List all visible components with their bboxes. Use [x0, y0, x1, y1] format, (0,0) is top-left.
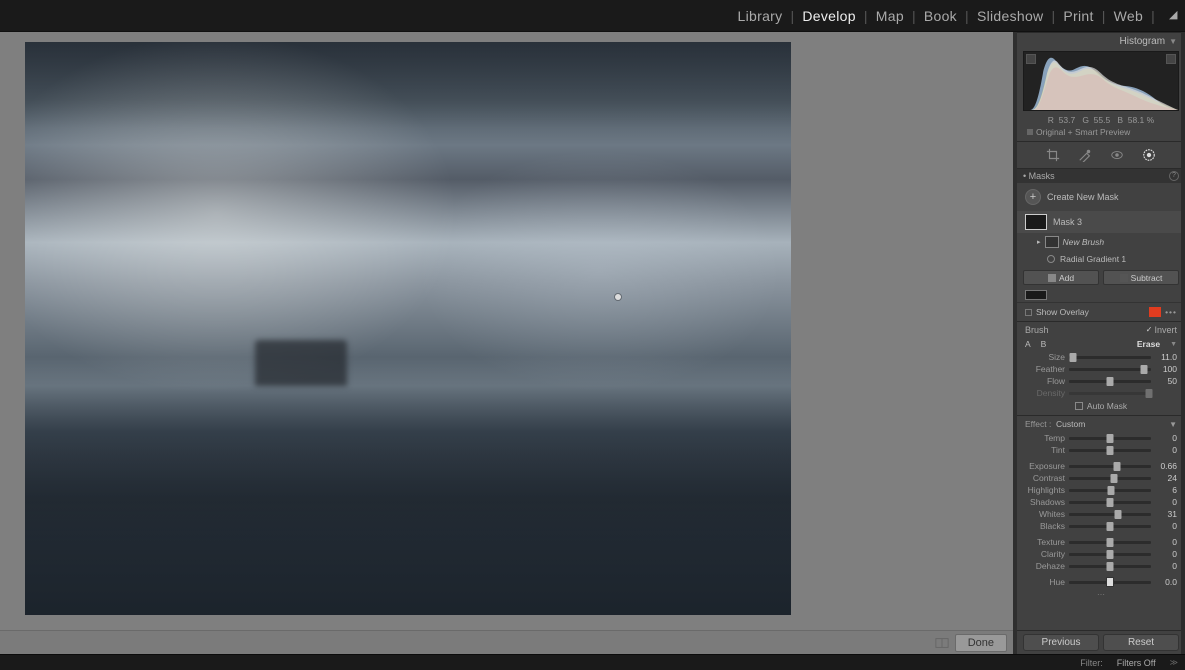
overlay-menu-icon[interactable]: ••• — [1165, 307, 1177, 317]
mask-thumb — [1025, 214, 1047, 230]
flow-slider[interactable]: Flow50 — [1017, 375, 1185, 387]
mask-component-radial[interactable]: Radial Gradient 1 — [1017, 251, 1185, 267]
highlights-slider[interactable]: Highlights6 — [1017, 484, 1185, 496]
identity-plate-icon[interactable]: ◢ — [1167, 8, 1177, 22]
brush-b-button[interactable]: B — [1041, 339, 1047, 349]
invert-toggle[interactable]: Invert — [1146, 325, 1177, 335]
preview-status: Original + Smart Preview — [1017, 127, 1185, 141]
chevron-down-icon: ▼ — [1169, 37, 1177, 46]
show-overlay-row[interactable]: Show Overlay ••• — [1017, 302, 1185, 321]
size-slider[interactable]: Size11.0 — [1017, 351, 1185, 363]
dehaze-slider[interactable]: Dehaze0 — [1017, 560, 1185, 572]
reset-button[interactable]: Reset — [1103, 634, 1179, 651]
checkbox-icon[interactable] — [1025, 309, 1032, 316]
brush-a-button[interactable]: A — [1025, 339, 1031, 349]
truncated-label: ⋯ — [1017, 588, 1185, 601]
filter-chevrons-icon[interactable]: ≫ — [1170, 658, 1177, 667]
crop-tool-icon[interactable] — [1046, 148, 1060, 162]
brush-section-header: Brush Invert — [1017, 321, 1185, 337]
add-mask-icon[interactable]: + — [1025, 189, 1041, 205]
tint-slider[interactable]: Tint0 — [1017, 444, 1185, 456]
filters-off-button[interactable]: Filters Off — [1117, 658, 1156, 668]
effect-header[interactable]: Effect : Custom▼ — [1017, 415, 1185, 432]
done-button[interactable]: Done — [955, 634, 1007, 652]
histogram-header[interactable]: Histogram▼ — [1017, 32, 1185, 50]
module-library[interactable]: Library — [736, 8, 785, 24]
masks-panel-header[interactable]: • Masks? — [1017, 169, 1185, 183]
brush-erase-button[interactable]: Erase — [1137, 339, 1160, 349]
mask-pin[interactable] — [615, 294, 621, 300]
filter-label: Filter: — [1080, 658, 1103, 668]
masking-tool-icon[interactable] — [1142, 148, 1156, 162]
hue-slider[interactable]: Hue0.0 — [1017, 576, 1185, 588]
brush-icon — [1045, 236, 1059, 248]
overlay-color-swatch[interactable] — [1149, 307, 1161, 317]
shadows-slider[interactable]: Shadows0 — [1017, 496, 1185, 508]
module-picker-bar: Library| Develop| Map| Book| Slideshow| … — [0, 0, 1185, 32]
viewer-area: Done — [0, 32, 1013, 654]
help-icon[interactable]: ? — [1169, 171, 1179, 181]
toggle-before-after-icon[interactable] — [935, 636, 949, 650]
temp-slider[interactable]: Temp0 — [1017, 432, 1185, 444]
mask-subtract-button[interactable]: Subtract — [1103, 270, 1179, 285]
histogram-label: Histogram — [1120, 36, 1166, 47]
create-mask-row[interactable]: + Create New Mask — [1017, 183, 1185, 211]
blacks-slider[interactable]: Blacks0 — [1017, 520, 1185, 532]
mask-component-brush[interactable]: ▸New Brush — [1017, 233, 1185, 251]
feather-slider[interactable]: Feather100 — [1017, 363, 1185, 375]
chevron-down-icon[interactable]: ▼ — [1170, 341, 1177, 348]
develop-toolbar: Done — [0, 630, 1013, 654]
redeye-tool-icon[interactable] — [1110, 148, 1124, 162]
mask-item[interactable] — [1025, 290, 1047, 300]
histogram[interactable] — [1023, 51, 1179, 111]
automask-toggle[interactable]: Auto Mask — [1017, 399, 1185, 415]
radial-icon — [1047, 255, 1055, 263]
create-mask-label: Create New Mask — [1047, 192, 1119, 202]
whites-slider[interactable]: Whites31 — [1017, 508, 1185, 520]
module-map[interactable]: Map — [874, 8, 906, 24]
module-tabs: Library| Develop| Map| Book| Slideshow| … — [736, 8, 1177, 24]
shadow-clipping-icon[interactable] — [1026, 54, 1036, 64]
panel-scrollbar[interactable] — [1181, 32, 1185, 654]
module-develop[interactable]: Develop — [800, 8, 857, 24]
contrast-slider[interactable]: Contrast24 — [1017, 472, 1185, 484]
exposure-slider[interactable]: Exposure0.66 — [1017, 460, 1185, 472]
previous-button[interactable]: Previous — [1023, 634, 1099, 651]
module-print[interactable]: Print — [1061, 8, 1095, 24]
rgb-readout: R 53.7 G 55.5 B 58.1 % — [1017, 113, 1185, 127]
clarity-slider[interactable]: Clarity0 — [1017, 548, 1185, 560]
mask-name: Mask 3 — [1053, 217, 1082, 227]
mask-item-selected[interactable]: Mask 3 — [1017, 211, 1185, 233]
module-slideshow[interactable]: Slideshow — [975, 8, 1046, 24]
heal-tool-icon[interactable] — [1078, 148, 1092, 162]
highlight-clipping-icon[interactable] — [1166, 54, 1176, 64]
right-panel: Histogram▼ R 53.7 G 55.5 B 58.1 % Origin… — [1017, 32, 1185, 654]
module-web[interactable]: Web — [1112, 8, 1145, 24]
mask-add-button[interactable]: Add — [1023, 270, 1099, 285]
filmstrip-bar: Filter: Filters Off ≫ — [0, 654, 1185, 670]
density-slider[interactable]: Density — [1017, 387, 1185, 399]
module-book[interactable]: Book — [922, 8, 959, 24]
local-tools-strip — [1017, 141, 1185, 169]
photo-canvas[interactable] — [25, 42, 791, 615]
texture-slider[interactable]: Texture0 — [1017, 536, 1185, 548]
